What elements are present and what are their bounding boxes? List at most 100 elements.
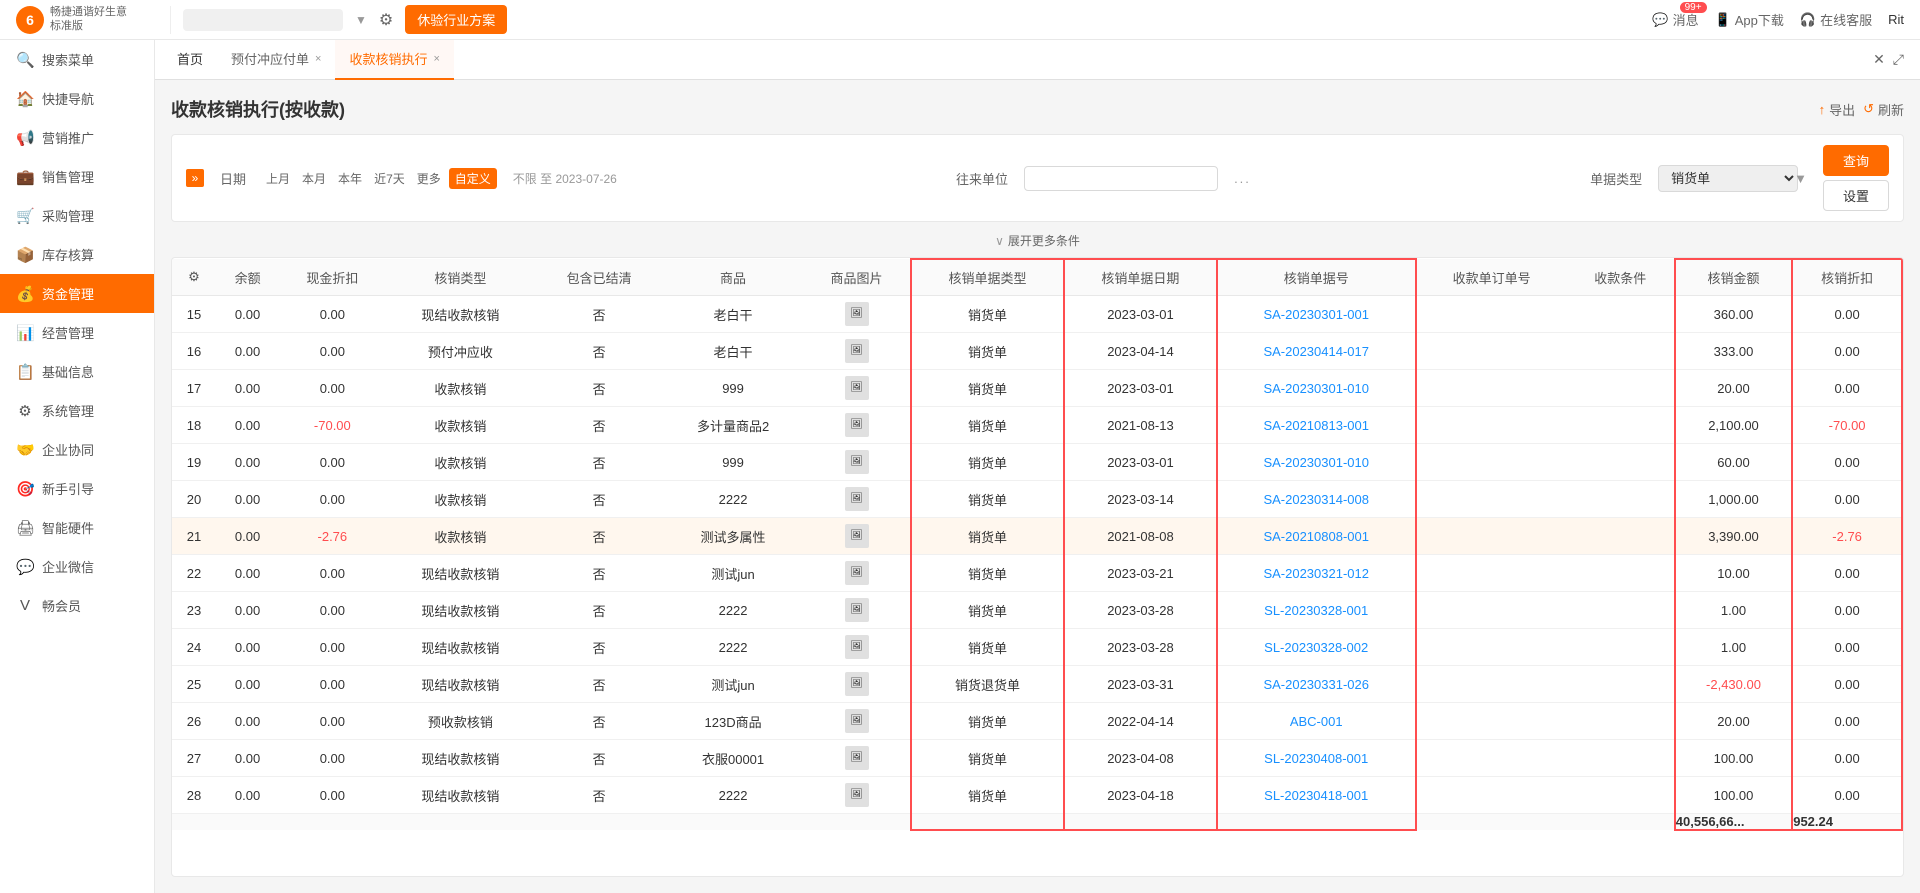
date-option-custom[interactable]: 自定义 — [449, 168, 497, 189]
bill-type-select[interactable]: 销货单 销货退货单 预收款单 — [1658, 165, 1798, 192]
sidebar-item-nav[interactable]: 🏠 快捷导航 — [0, 79, 154, 118]
cell-writeoff-amount: 100.00 — [1675, 777, 1792, 814]
bill-no-link[interactable]: SA-20230331-026 — [1263, 677, 1369, 692]
cell-bill-no[interactable]: SA-20230301-001 — [1217, 296, 1416, 333]
cell-include-settled: 否 — [535, 444, 663, 481]
cell-bill-no[interactable]: SA-20230331-026 — [1217, 666, 1416, 703]
bill-no-link[interactable]: SA-20230301-010 — [1263, 455, 1369, 470]
sidebar-item-collab[interactable]: 🤝 企业协同 — [0, 430, 154, 469]
sidebar-item-guide[interactable]: 🎯 新手引导 — [0, 469, 154, 508]
tab-close-button[interactable]: ✕ — [1873, 51, 1885, 68]
sidebar-item-search[interactable]: 🔍 搜索菜单 — [0, 40, 154, 79]
cell-receipt-order — [1416, 666, 1567, 703]
bill-no-link[interactable]: SL-20230328-002 — [1264, 640, 1368, 655]
setting-button[interactable]: 设置 — [1823, 180, 1889, 211]
cell-include-settled: 否 — [535, 740, 663, 777]
refresh-button[interactable]: ↺ 刷新 — [1863, 100, 1904, 119]
cell-bill-no[interactable]: SA-20210808-001 — [1217, 518, 1416, 555]
cell-cash-discount: 0.00 — [279, 629, 385, 666]
sidebar-item-sales[interactable]: 💼 销售管理 — [0, 157, 154, 196]
date-option-this-month[interactable]: 本月 — [298, 168, 330, 189]
bill-no-link[interactable]: SA-20230301-010 — [1263, 381, 1369, 396]
bill-no-link[interactable]: SA-20230301-001 — [1263, 307, 1369, 322]
cell-bill-no[interactable]: SA-20210813-001 — [1217, 407, 1416, 444]
table-row: 24 0.00 0.00 现结收款核销 否 2222 🖼 销货单 2023-03… — [172, 629, 1902, 666]
bill-no-link[interactable]: SA-20230414-017 — [1263, 344, 1369, 359]
app-download[interactable]: 📱 App下载 — [1715, 10, 1784, 29]
purchase-icon: 🛒 — [16, 207, 34, 225]
cell-bill-no[interactable]: SL-20230328-001 — [1217, 592, 1416, 629]
col-balance: 余额 — [216, 259, 279, 296]
cell-bill-no[interactable]: SL-20230328-002 — [1217, 629, 1416, 666]
cell-writeoff-amount: 10.00 — [1675, 555, 1792, 592]
date-option-last-month[interactable]: 上月 — [262, 168, 294, 189]
cell-cash-discount: 0.00 — [279, 444, 385, 481]
cell-bill-no[interactable]: ABC-001 — [1217, 703, 1416, 740]
collapse-arrow[interactable]: » — [186, 169, 204, 187]
table-row: 27 0.00 0.00 现结收款核销 否 衣服00001 🖼 销货单 2023… — [172, 740, 1902, 777]
table-row: 23 0.00 0.00 现结收款核销 否 2222 🖼 销货单 2023-03… — [172, 592, 1902, 629]
bill-no-link[interactable]: SL-20230418-001 — [1264, 788, 1368, 803]
cell-bill-no[interactable]: SA-20230301-010 — [1217, 370, 1416, 407]
cell-include-settled: 否 — [535, 555, 663, 592]
cell-bill-date: 2023-03-31 — [1064, 666, 1217, 703]
sidebar-item-operation[interactable]: 📊 经营管理 — [0, 313, 154, 352]
col-settings[interactable]: ⚙ — [172, 259, 216, 296]
tab-prepay[interactable]: 预付冲应付单 × — [217, 40, 335, 80]
industry-btn[interactable]: 休验行业方案 — [405, 5, 507, 34]
cell-bill-type: 销货单 — [911, 740, 1064, 777]
export-button[interactable]: ↑ 导出 — [1819, 100, 1856, 119]
from-unit-input[interactable] — [1024, 166, 1218, 191]
query-button[interactable]: 查询 — [1823, 145, 1889, 176]
tab-writeoff-close[interactable]: × — [433, 53, 439, 65]
date-option-more[interactable]: 更多 — [413, 168, 445, 189]
home-icon: 🏠 — [16, 90, 34, 108]
tab-home[interactable]: 首页 — [163, 40, 217, 80]
tab-expand-button[interactable]: ⤢ — [1893, 51, 1904, 68]
chevron-down-icon: ▼ — [355, 13, 367, 27]
cell-bill-no[interactable]: SA-20230321-012 — [1217, 555, 1416, 592]
sidebar-item-system[interactable]: ⚙ 系统管理 — [0, 391, 154, 430]
bill-no-link[interactable]: SA-20210808-001 — [1263, 529, 1369, 544]
tab-prepay-close[interactable]: × — [315, 53, 321, 65]
gear-button[interactable]: ⚙ — [379, 10, 393, 30]
sidebar-item-member[interactable]: V 畅会员 — [0, 586, 154, 625]
cell-writeoff-type: 收款核销 — [386, 407, 536, 444]
message-area[interactable]: 💬 消息 99+ — [1652, 10, 1698, 29]
cell-receipt-order — [1416, 407, 1567, 444]
sidebar-item-inventory[interactable]: 📦 库存核算 — [0, 235, 154, 274]
cell-id: 23 — [172, 592, 216, 629]
sidebar-item-marketing[interactable]: 📢 营销推广 — [0, 118, 154, 157]
sidebar-item-wechat[interactable]: 💬 企业微信 — [0, 547, 154, 586]
bill-no-link[interactable]: SA-20230314-008 — [1263, 492, 1369, 507]
bill-no-link[interactable]: SL-20230328-001 — [1264, 603, 1368, 618]
cell-bill-no[interactable]: SL-20230408-001 — [1217, 740, 1416, 777]
sidebar-item-basic[interactable]: 📋 基础信息 — [0, 352, 154, 391]
cell-bill-no[interactable]: SA-20230414-017 — [1217, 333, 1416, 370]
online-service[interactable]: 🎧 在线客服 — [1800, 10, 1872, 29]
cell-bill-date: 2023-03-28 — [1064, 592, 1217, 629]
cell-bill-no[interactable]: SL-20230418-001 — [1217, 777, 1416, 814]
cell-writeoff-amount: 2,100.00 — [1675, 407, 1792, 444]
table-row: 18 0.00 -70.00 收款核销 否 多计量商品2 🖼 销货单 2021-… — [172, 407, 1902, 444]
tab-writeoff[interactable]: 收款核销执行 × — [335, 40, 453, 80]
cell-bill-no[interactable]: SA-20230314-008 — [1217, 481, 1416, 518]
cell-bill-no[interactable]: SA-20230301-010 — [1217, 444, 1416, 481]
page-title: 收款核销执行(按收款) — [171, 96, 345, 122]
expand-label: 展开更多条件 — [1008, 232, 1080, 249]
date-option-this-year[interactable]: 本年 — [334, 168, 366, 189]
sidebar-item-finance[interactable]: 💰 资金管理 — [0, 274, 154, 313]
bill-no-link[interactable]: SA-20210813-001 — [1263, 418, 1369, 433]
bill-no-link[interactable]: SL-20230408-001 — [1264, 751, 1368, 766]
cell-writeoff-discount: 0.00 — [1792, 777, 1902, 814]
date-option-7days[interactable]: 近7天 — [370, 168, 409, 189]
breadcrumb-input[interactable] — [183, 9, 343, 31]
sidebar-item-hardware[interactable]: 🖨 智能硬件 — [0, 508, 154, 547]
expand-bar[interactable]: ∨ 展开更多条件 — [171, 232, 1904, 249]
cell-writeoff-type: 现结收款核销 — [386, 555, 536, 592]
sidebar-item-purchase[interactable]: 🛒 采购管理 — [0, 196, 154, 235]
filter-dots: ... — [1234, 171, 1251, 186]
from-unit-label: 往来单位 — [956, 169, 1008, 188]
bill-no-link[interactable]: ABC-001 — [1290, 714, 1343, 729]
bill-no-link[interactable]: SA-20230321-012 — [1263, 566, 1369, 581]
